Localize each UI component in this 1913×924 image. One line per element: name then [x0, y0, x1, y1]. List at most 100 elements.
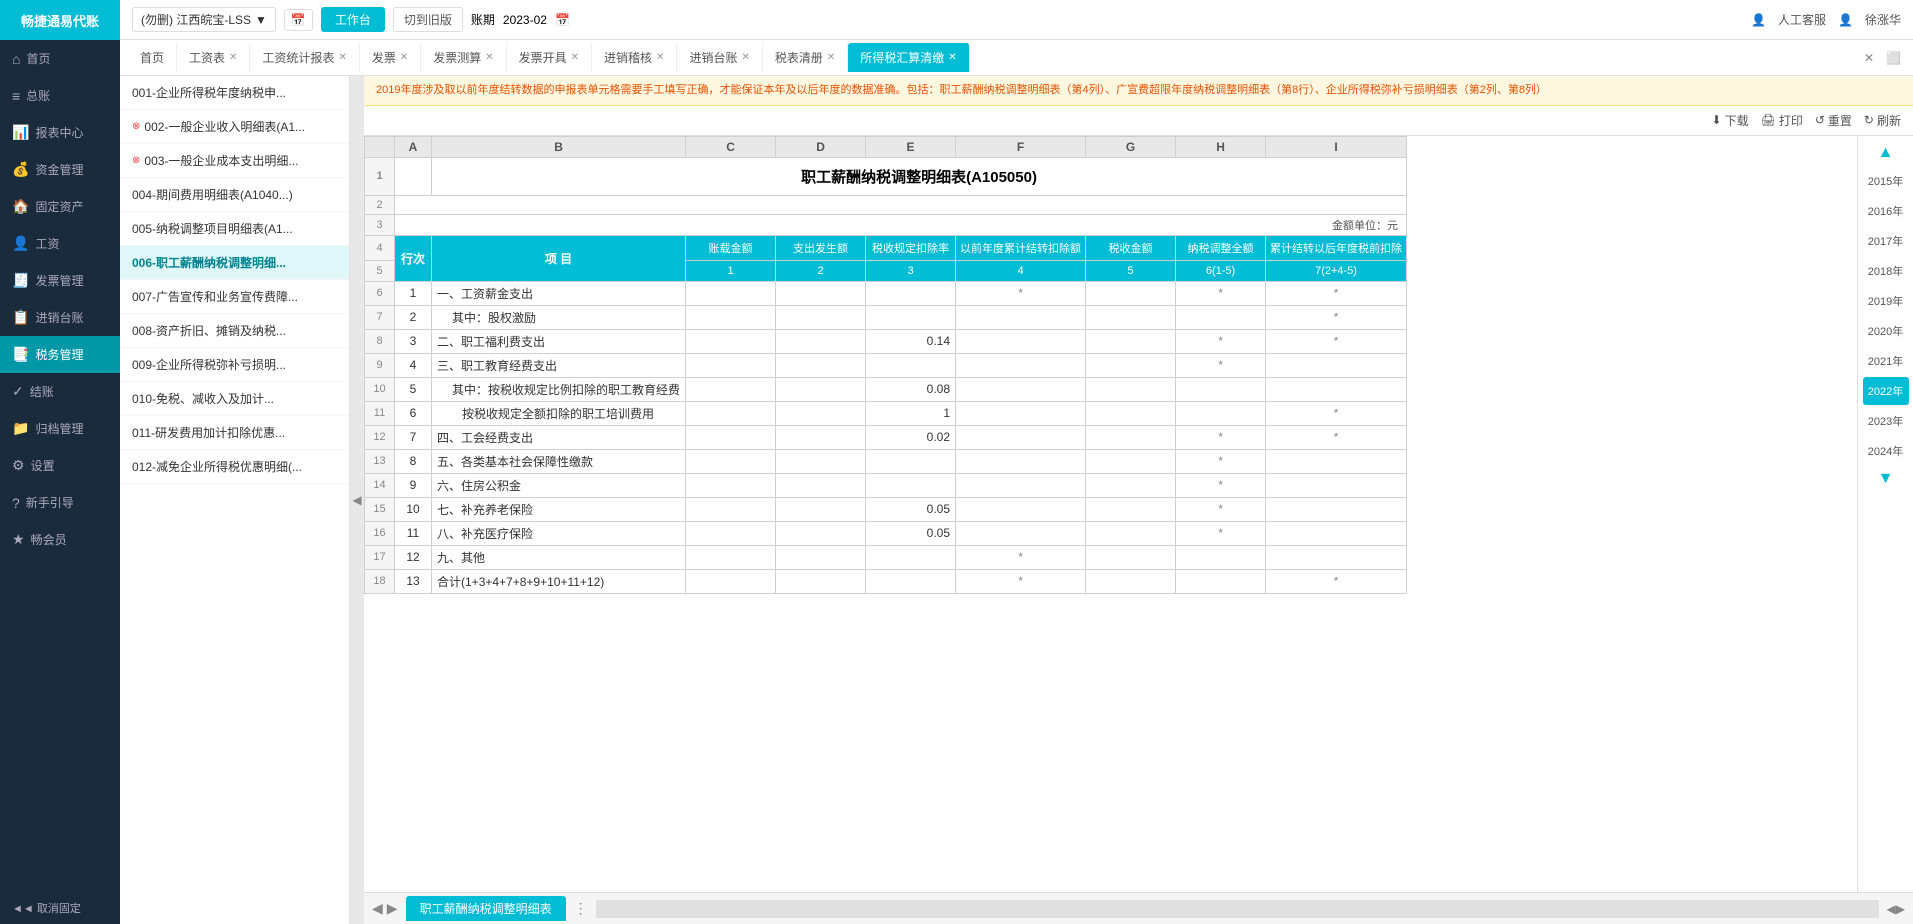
value-f[interactable] [956, 305, 1086, 329]
print-button[interactable]: 🖨 打印 [1761, 112, 1803, 129]
form-item-011[interactable]: 011-研发费用加计扣除优惠... [120, 416, 349, 450]
value-h[interactable] [1176, 305, 1266, 329]
tab-invoice[interactable]: 发票 ✕ [360, 43, 421, 72]
value-g[interactable] [1086, 401, 1176, 425]
calendar-icon-btn[interactable]: 📅 [284, 9, 313, 31]
collapse-handle[interactable]: ◀ [350, 76, 364, 924]
form-item-007[interactable]: 007-广告宣传和业务宣传费障... [120, 280, 349, 314]
reset-button[interactable]: ↺ 重置 [1815, 112, 1852, 129]
form-item-002[interactable]: ⊗ 002-一般企业收入明细表(A1... [120, 110, 349, 144]
close-all-icon[interactable]: ✕ [1860, 51, 1878, 65]
value-f[interactable] [956, 449, 1086, 473]
value-i[interactable] [1266, 473, 1407, 497]
scroll-left-icon[interactable]: ◀ [1887, 902, 1896, 916]
sidebar-item-settings[interactable]: ⚙ 设置 [0, 447, 120, 484]
tab-sales-audit[interactable]: 进销稽核 ✕ [592, 43, 677, 72]
value-e[interactable] [866, 281, 956, 305]
value-h[interactable] [1176, 545, 1266, 569]
value-d[interactable] [776, 281, 866, 305]
download-button[interactable]: ⬇ 下载 [1712, 112, 1749, 129]
company-selector[interactable]: (勿删) 江西皖宝-LSS ▼ [132, 7, 276, 32]
value-e[interactable]: 0.14 [866, 329, 956, 353]
value-e[interactable]: 0.05 [866, 497, 956, 521]
close-icon[interactable]: ✕ [485, 52, 493, 63]
year-2019[interactable]: 2019年 [1863, 287, 1909, 315]
value-d[interactable] [776, 449, 866, 473]
value-d[interactable] [776, 377, 866, 401]
year-2020[interactable]: 2020年 [1863, 317, 1909, 345]
tab-invoice-calc[interactable]: 发票测算 ✕ [421, 43, 506, 72]
value-i[interactable] [1266, 497, 1407, 521]
value-e[interactable] [866, 305, 956, 329]
value-f[interactable] [956, 401, 1086, 425]
value-d[interactable] [776, 353, 866, 377]
item-cell[interactable]: 八、补充医疗保险 [432, 521, 686, 545]
sidebar-item-invoice-mgmt[interactable]: 🧾 发票管理 [0, 262, 120, 299]
close-icon[interactable]: ✕ [400, 52, 408, 63]
sheet-options-icon[interactable]: ⋮ [574, 900, 588, 917]
value-c[interactable] [686, 377, 776, 401]
value-d[interactable] [776, 521, 866, 545]
tab-salary-table[interactable]: 工资表 ✕ [177, 43, 250, 72]
value-g[interactable] [1086, 449, 1176, 473]
value-c[interactable] [686, 401, 776, 425]
value-g[interactable] [1086, 521, 1176, 545]
tab-sales-ledger[interactable]: 进销台账 ✕ [677, 43, 762, 72]
value-f[interactable] [956, 329, 1086, 353]
form-item-001[interactable]: 001-企业所得税年度纳税申... [120, 76, 349, 110]
value-h[interactable] [1176, 401, 1266, 425]
form-item-010[interactable]: 010-免税、减收入及加计... [120, 382, 349, 416]
item-cell[interactable]: 按税收规定全额扣除的职工培训费用 [432, 401, 686, 425]
value-i[interactable] [1266, 353, 1407, 377]
value-h[interactable] [1176, 569, 1266, 593]
value-e[interactable] [866, 545, 956, 569]
sheet-next-button[interactable]: ▶ [387, 900, 398, 917]
refresh-button[interactable]: ↻ 刷新 [1864, 112, 1901, 129]
human-service-label[interactable]: 人工客服 [1778, 11, 1826, 28]
value-e[interactable]: 1 [866, 401, 956, 425]
bottom-tab-active[interactable]: 职工薪酬纳税调整明细表 [406, 896, 566, 921]
value-c[interactable] [686, 473, 776, 497]
value-e[interactable] [866, 569, 956, 593]
value-g[interactable] [1086, 545, 1176, 569]
value-g[interactable] [1086, 353, 1176, 377]
value-d[interactable] [776, 425, 866, 449]
sidebar-item-assets-mgmt[interactable]: 💰 资金管理 [0, 151, 120, 188]
item-cell[interactable]: 三、职工教育经费支出 [432, 353, 686, 377]
value-g[interactable] [1086, 305, 1176, 329]
value-d[interactable] [776, 473, 866, 497]
item-cell[interactable]: 合计(1+3+4+7+8+9+10+11+12) [432, 569, 686, 593]
tab-income-tax[interactable]: 所得税汇算清缴 ✕ [848, 43, 969, 72]
close-icon[interactable]: ✕ [338, 52, 346, 63]
value-c[interactable] [686, 497, 776, 521]
value-g[interactable] [1086, 377, 1176, 401]
year-down-button[interactable]: ▼ [1874, 466, 1898, 492]
form-item-006[interactable]: 006-职工薪酬纳税调整明细... [120, 246, 349, 280]
value-f[interactable] [956, 377, 1086, 401]
item-cell[interactable]: 其中：按税收规定比例扣除的职工教育经费 [432, 377, 686, 401]
value-e[interactable] [866, 473, 956, 497]
sidebar-item-reports[interactable]: 📊 报表中心 [0, 114, 120, 151]
sidebar-item-sales-ledger[interactable]: 📋 进销台账 [0, 299, 120, 336]
value-d[interactable] [776, 305, 866, 329]
value-i[interactable] [1266, 545, 1407, 569]
value-e[interactable] [866, 353, 956, 377]
item-cell[interactable]: 七、补充养老保险 [432, 497, 686, 521]
form-item-005[interactable]: 005-纳税调整项目明细表(A1... [120, 212, 349, 246]
value-d[interactable] [776, 569, 866, 593]
value-f[interactable] [956, 521, 1086, 545]
year-2017[interactable]: 2017年 [1863, 227, 1909, 255]
item-cell[interactable]: 五、各类基本社会保障性缴款 [432, 449, 686, 473]
item-cell[interactable]: 一、工资薪金支出 [432, 281, 686, 305]
value-g[interactable] [1086, 329, 1176, 353]
value-c[interactable] [686, 329, 776, 353]
value-c[interactable] [686, 569, 776, 593]
value-e[interactable]: 0.02 [866, 425, 956, 449]
back-old-button[interactable]: 切到旧版 [393, 7, 463, 32]
close-icon[interactable]: ✕ [571, 52, 579, 63]
sidebar-item-salary[interactable]: 👤 工资 [0, 225, 120, 262]
value-c[interactable] [686, 521, 776, 545]
workbench-button[interactable]: 工作台 [321, 7, 385, 32]
sidebar-bottom[interactable]: ◄◄ 取消固定 [0, 892, 120, 924]
value-e[interactable] [866, 449, 956, 473]
